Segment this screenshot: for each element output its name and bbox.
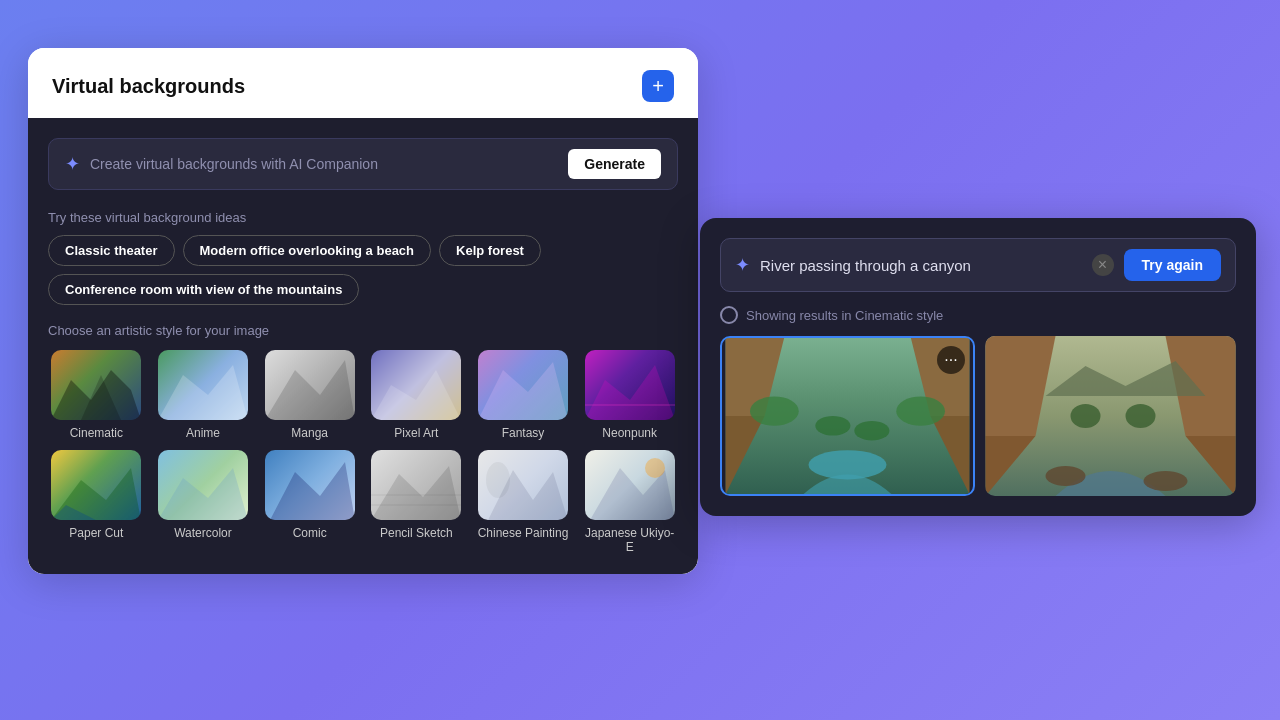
style-thumb-fantasy (478, 350, 568, 420)
results-label-text: Showing results in Cinematic style (746, 308, 943, 323)
search-text: River passing through a canyon (760, 257, 1092, 274)
style-thumb-neonpunk (585, 350, 675, 420)
panel-title: Virtual backgrounds (52, 75, 245, 98)
ai-prompt-bar: ✦ Create virtual backgrounds with AI Com… (48, 138, 678, 190)
style-thumb-chinesepainting (478, 450, 568, 520)
style-label-comic: Comic (293, 526, 327, 540)
style-thumb-ukiyoe (585, 450, 675, 520)
svg-marker-10 (158, 468, 248, 520)
images-row: ··· (720, 336, 1236, 496)
style-thumb-pixelart (371, 350, 461, 420)
style-thumb-papercut (51, 450, 141, 520)
results-label: Showing results in Cinematic style (720, 306, 1236, 324)
search-bar: ✦ River passing through a canyon × Try a… (720, 238, 1236, 292)
result-image-2[interactable] (985, 336, 1236, 496)
svg-marker-4 (371, 370, 461, 420)
svg-point-35 (1046, 466, 1086, 486)
style-cinematic[interactable]: Cinematic (48, 350, 145, 440)
svg-point-38 (1126, 404, 1156, 428)
style-thumb-watercolor (158, 450, 248, 520)
svg-point-37 (1071, 404, 1101, 428)
style-manga[interactable]: Manga (261, 350, 358, 440)
svg-marker-3 (265, 360, 355, 420)
style-thumb-cinematic (51, 350, 141, 420)
style-neonpunk[interactable]: Neonpunk (581, 350, 678, 440)
style-chinesepainting[interactable]: Chinese Painting (475, 450, 572, 554)
panel-body: ✦ Create virtual backgrounds with AI Com… (28, 118, 698, 574)
chip-modern-office[interactable]: Modern office overlooking a beach (183, 235, 432, 266)
svg-marker-6 (585, 365, 675, 420)
svg-point-27 (815, 416, 850, 436)
svg-marker-2 (158, 365, 248, 420)
svg-point-16 (486, 462, 510, 498)
style-pencilsketch[interactable]: Pencil Sketch (368, 450, 465, 554)
style-watercolor[interactable]: Watercolor (155, 450, 252, 554)
results-panel: ✦ River passing through a canyon × Try a… (700, 218, 1256, 516)
style-thumb-manga (265, 350, 355, 420)
ai-star-icon: ✦ (65, 153, 80, 175)
style-label-ukiyoe: Japanese Ukiyo-E (581, 526, 678, 554)
style-label-papercut: Paper Cut (69, 526, 123, 540)
idea-chips: Classic theater Modern office overlookin… (48, 235, 678, 305)
style-label-pixelart: Pixel Art (394, 426, 438, 440)
style-grid: Cinematic Anime Manga (48, 350, 678, 554)
chip-conference-room[interactable]: Conference room with view of the mountai… (48, 274, 359, 305)
style-label-chinesepainting: Chinese Painting (478, 526, 569, 540)
svg-point-26 (896, 397, 945, 426)
ideas-section-label: Try these virtual background ideas (48, 210, 678, 225)
style-papercut[interactable]: Paper Cut (48, 450, 145, 554)
more-options-button-1[interactable]: ··· (937, 346, 965, 374)
svg-marker-12 (371, 466, 461, 520)
style-anime[interactable]: Anime (155, 350, 252, 440)
virtual-backgrounds-panel: Virtual backgrounds + ✦ Create virtual b… (28, 48, 698, 574)
clear-button[interactable]: × (1092, 254, 1114, 276)
style-ukiyoe[interactable]: Japanese Ukiyo-E (581, 450, 678, 554)
style-label-pencilsketch: Pencil Sketch (380, 526, 453, 540)
style-label-watercolor: Watercolor (174, 526, 232, 540)
style-fantasy[interactable]: Fantasy (475, 350, 572, 440)
search-star-icon: ✦ (735, 254, 750, 276)
svg-marker-5 (478, 362, 568, 420)
style-thumb-anime (158, 350, 248, 420)
try-again-button[interactable]: Try again (1124, 249, 1221, 281)
style-label-fantasy: Fantasy (502, 426, 545, 440)
svg-point-28 (854, 421, 889, 441)
svg-marker-11 (270, 462, 355, 520)
chip-classic-theater[interactable]: Classic theater (48, 235, 175, 266)
add-button[interactable]: + (642, 70, 674, 102)
panel-header: Virtual backgrounds + (28, 48, 698, 118)
style-label-anime: Anime (186, 426, 220, 440)
svg-point-25 (750, 397, 799, 426)
svg-marker-17 (590, 468, 675, 520)
ai-prompt-text: Create virtual backgrounds with AI Compa… (90, 156, 568, 172)
style-thumb-comic (265, 450, 355, 520)
svg-point-18 (645, 458, 665, 478)
result-image-1[interactable]: ··· (720, 336, 975, 496)
style-label-neonpunk: Neonpunk (602, 426, 657, 440)
style-label-manga: Manga (291, 426, 328, 440)
generate-button[interactable]: Generate (568, 149, 661, 179)
style-pixelart[interactable]: Pixel Art (368, 350, 465, 440)
style-thumb-pencilsketch (371, 450, 461, 520)
svg-point-36 (1144, 471, 1188, 491)
styles-section-label: Choose an artistic style for your image (48, 323, 678, 338)
style-comic[interactable]: Comic (261, 450, 358, 554)
style-label-cinematic: Cinematic (70, 426, 123, 440)
chip-kelp-forest[interactable]: Kelp forest (439, 235, 541, 266)
